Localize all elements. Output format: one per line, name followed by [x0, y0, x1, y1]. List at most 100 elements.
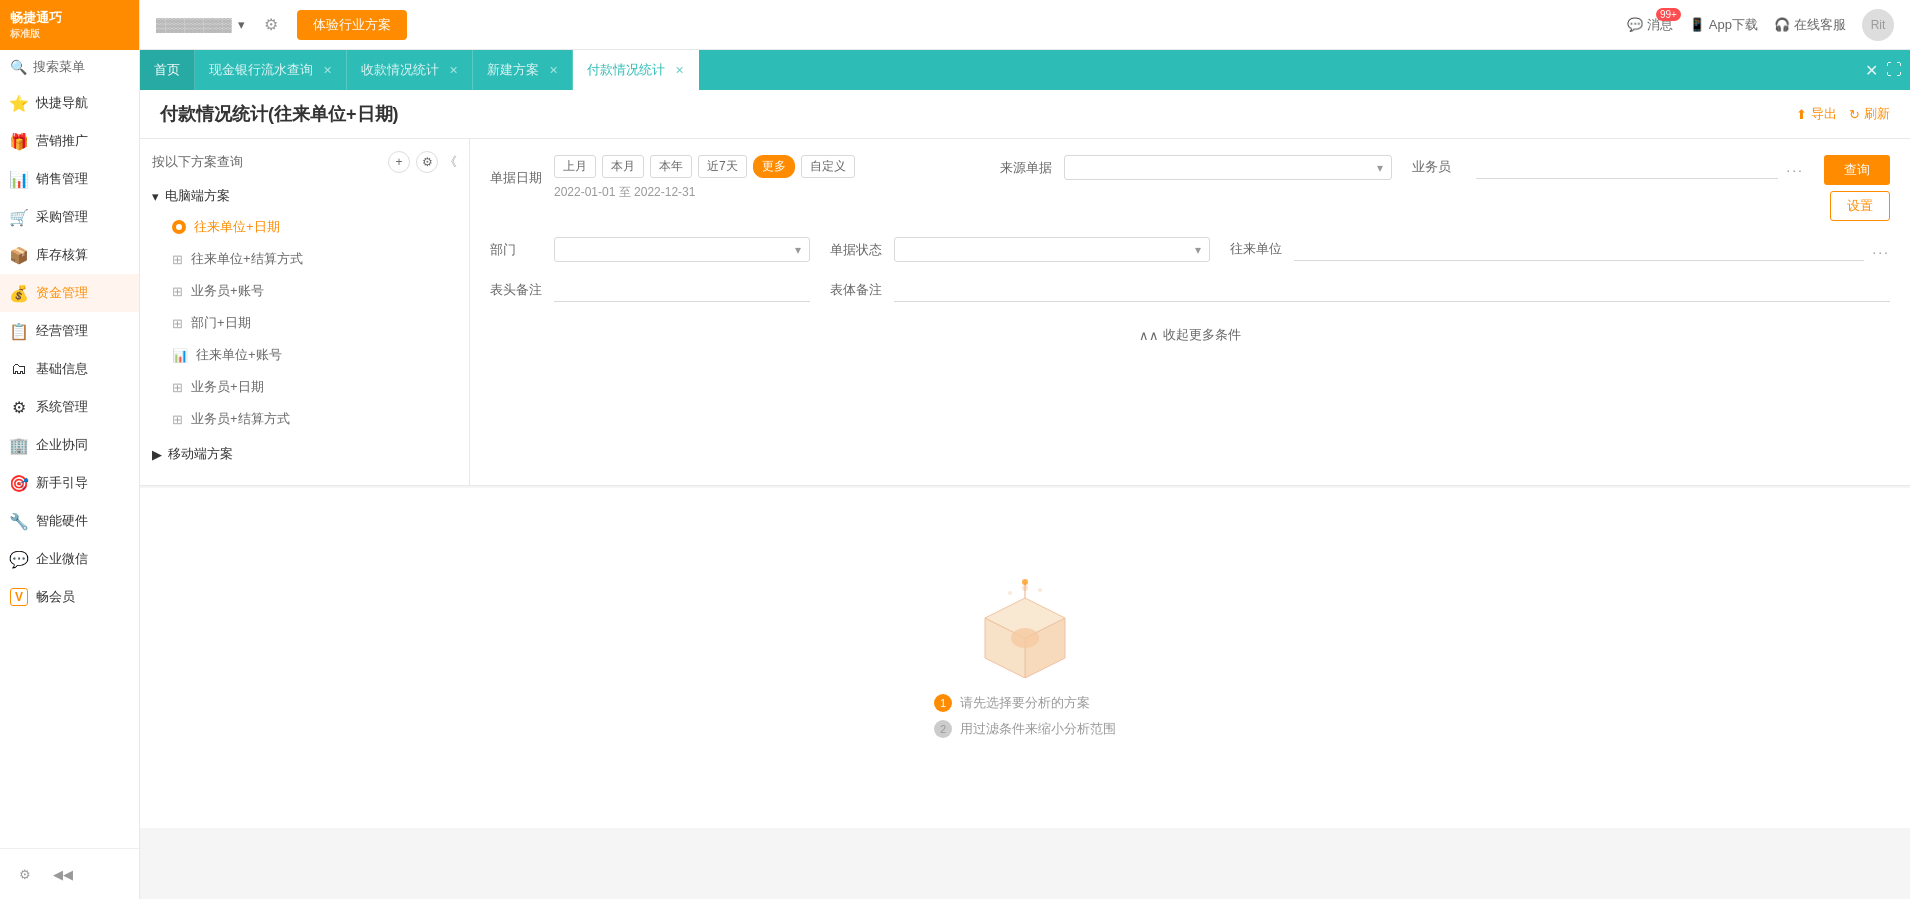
active-circle-icon: [172, 220, 186, 234]
step-num-2: 2: [934, 720, 952, 738]
cube-svg: [965, 578, 1085, 678]
svg-point-8: [1022, 579, 1028, 585]
scheme-item-dept-date-label: 部门+日期: [191, 314, 251, 332]
query-btn[interactable]: 查询: [1824, 155, 1890, 185]
dropdown-arrow-icon: ▾: [238, 17, 245, 32]
sidebar-item-qiye[interactable]: 🏢 企业协同: [0, 426, 139, 464]
sidebar-item-zijin[interactable]: 💰 资金管理: [0, 274, 139, 312]
sidebar-item-kucun[interactable]: 📦 库存核算: [0, 236, 139, 274]
empty-state: 1 请先选择要分析的方案 2 用过滤条件来缩小分析范围: [914, 518, 1136, 798]
empty-state-container: 1 请先选择要分析的方案 2 用过滤条件来缩小分析范围: [140, 488, 1910, 828]
filter-settings-btn[interactable]: 设置: [1830, 191, 1890, 221]
filter-group-salesman: 业务员 ...: [1412, 155, 1804, 179]
tab-payment-close[interactable]: ✕: [675, 64, 684, 77]
sidebar-item-xitong[interactable]: ⚙ 系统管理: [0, 388, 139, 426]
scheme-group-pc-title[interactable]: ▾ 电脑端方案: [140, 181, 469, 211]
related-unit-input[interactable]: [1294, 237, 1864, 261]
tab-payment[interactable]: 付款情况统计 ✕: [573, 50, 699, 90]
sidebar-item-weixin[interactable]: 💬 企业微信: [0, 540, 139, 578]
sidebar-item-yingxiao[interactable]: 🎁 营销推广: [0, 122, 139, 160]
source-select-arrow: ▾: [1377, 161, 1383, 175]
left-panel-collapse-btn[interactable]: 《: [444, 153, 457, 171]
tab-receipts[interactable]: 收款情况统计 ✕: [347, 50, 473, 90]
maximize-btn[interactable]: ⛶: [1886, 61, 1902, 79]
collapse-more-label: 收起更多条件: [1163, 326, 1241, 344]
table-icon-3: ⊞: [172, 316, 183, 331]
sidebar-item-caigou[interactable]: 🛒 采购管理: [0, 198, 139, 236]
sidebar-label-xiaoshou: 销售管理: [36, 170, 88, 188]
sidebar-item-kuaijie[interactable]: ⭐ 快捷导航: [0, 84, 139, 122]
topbar: ▓▓▓▓▓▓▓▓ ▾ ⚙ 体验行业方案 💬 消息 99+ 📱 App下载 🎧 在…: [140, 0, 1910, 50]
scheme-item-unit-account[interactable]: 📊 往来单位+账号: [140, 339, 469, 371]
scheme-settings-btn[interactable]: ⚙: [416, 151, 438, 173]
scheme-item-salesman-settle[interactable]: ⊞ 业务员+结算方式: [140, 403, 469, 435]
tab-cashflow-close[interactable]: ✕: [323, 64, 332, 77]
refresh-btn[interactable]: ↻ 刷新: [1849, 105, 1890, 123]
table-icon-1: ⊞: [172, 252, 183, 267]
related-unit-dots-btn[interactable]: ...: [1872, 241, 1890, 257]
source-select[interactable]: ▾: [1064, 155, 1392, 180]
tab-receipts-close[interactable]: ✕: [449, 64, 458, 77]
export-icon: ⬆: [1796, 107, 1807, 122]
sidebar-label-caigou: 采购管理: [36, 208, 88, 226]
kuaijie-icon: ⭐: [10, 94, 28, 112]
filter-container: 按以下方案查询 + ⚙ 《: [140, 139, 1910, 486]
filter-group-date: 单据日期 上月 本月 本年 近7天 更多 自定义 2022-01-01 至 20…: [490, 155, 980, 201]
trial-btn[interactable]: 体验行业方案: [297, 10, 407, 40]
tab-home[interactable]: 首页: [140, 50, 195, 90]
date-btn-more[interactable]: 更多: [753, 155, 795, 178]
scheme-item-salesman-account[interactable]: ⊞ 业务员+账号: [140, 275, 469, 307]
sidebar-item-zhineng[interactable]: 🔧 智能硬件: [0, 502, 139, 540]
tab-newplan[interactable]: 新建方案 ✕: [473, 50, 573, 90]
empty-step-1: 1 请先选择要分析的方案: [934, 694, 1116, 712]
search-menu[interactable]: 🔍 搜索菜单: [0, 50, 139, 84]
scheme-group-mobile-title[interactable]: ▶ 移动端方案: [140, 439, 469, 469]
service-btn[interactable]: 🎧 在线客服: [1774, 16, 1846, 34]
left-panel-title: 按以下方案查询: [152, 153, 380, 171]
tab-newplan-close[interactable]: ✕: [549, 64, 558, 77]
salesman-input[interactable]: [1476, 155, 1778, 179]
table-icon-2: ⊞: [172, 284, 183, 299]
date-btn-this-month[interactable]: 本月: [602, 155, 644, 178]
page-title: 付款情况统计(往来单位+日期): [160, 102, 399, 126]
collapse-more-btn[interactable]: ∧∧ 收起更多条件: [490, 318, 1890, 352]
scheme-item-salesman-date[interactable]: ⊞ 业务员+日期: [140, 371, 469, 403]
header-note-input[interactable]: [554, 278, 810, 302]
salesman-dots-btn[interactable]: ...: [1786, 159, 1804, 175]
sidebar-item-jichu[interactable]: 🗂 基础信息: [0, 350, 139, 388]
sidebar-item-changhui[interactable]: V 畅会员: [0, 578, 139, 616]
topbar-right: 💬 消息 99+ 📱 App下载 🎧 在线客服 Rit: [1627, 9, 1894, 41]
search-menu-label: 搜索菜单: [33, 58, 85, 76]
tab-cashflow[interactable]: 现金银行流水查询 ✕: [195, 50, 347, 90]
collapse-sidebar-btn[interactable]: ◀◀: [48, 859, 78, 889]
sidebar-bottom: ⚙ ◀◀: [0, 848, 139, 899]
voucher-status-select[interactable]: ▾: [894, 237, 1210, 262]
date-btn-last-month[interactable]: 上月: [554, 155, 596, 178]
message-btn[interactable]: 💬 消息 99+: [1627, 16, 1673, 34]
sidebar-item-xinshou[interactable]: 🎯 新手引导: [0, 464, 139, 502]
scheme-item-dept-date[interactable]: ⊞ 部门+日期: [140, 307, 469, 339]
avatar-text: Rit: [1871, 18, 1886, 32]
scheme-item-unit-date[interactable]: 往来单位+日期: [140, 211, 469, 243]
sidebar-item-xiaoshou[interactable]: 📊 销售管理: [0, 160, 139, 198]
settings-bottom-btn[interactable]: ⚙: [10, 859, 40, 889]
app-download-btn[interactable]: 📱 App下载: [1689, 16, 1758, 34]
export-btn[interactable]: ⬆ 导出: [1796, 105, 1837, 123]
header-note-label: 表头备注: [490, 281, 546, 299]
sidebar-label-xitong: 系统管理: [36, 398, 88, 416]
sidebar-label-kuaijie: 快捷导航: [36, 94, 88, 112]
body-note-input[interactable]: [894, 278, 1890, 302]
date-btn-7days[interactable]: 近7天: [698, 155, 747, 178]
scheme-item-unit-settle[interactable]: ⊞ 往来单位+结算方式: [140, 243, 469, 275]
add-scheme-btn[interactable]: +: [388, 151, 410, 173]
date-btn-custom[interactable]: 自定义: [801, 155, 855, 178]
close-tab-btn[interactable]: ✕: [1865, 61, 1878, 80]
sidebar-item-jingying[interactable]: 📋 经营管理: [0, 312, 139, 350]
avatar[interactable]: Rit: [1862, 9, 1894, 41]
step1-text: 请先选择要分析的方案: [960, 694, 1090, 712]
gear-btn[interactable]: ⚙: [257, 11, 285, 39]
company-selector[interactable]: ▓▓▓▓▓▓▓▓ ▾: [156, 17, 245, 32]
date-btn-this-year[interactable]: 本年: [650, 155, 692, 178]
dept-select[interactable]: ▾: [554, 237, 810, 262]
tabs-actions: ✕ ⛶: [1857, 61, 1910, 80]
